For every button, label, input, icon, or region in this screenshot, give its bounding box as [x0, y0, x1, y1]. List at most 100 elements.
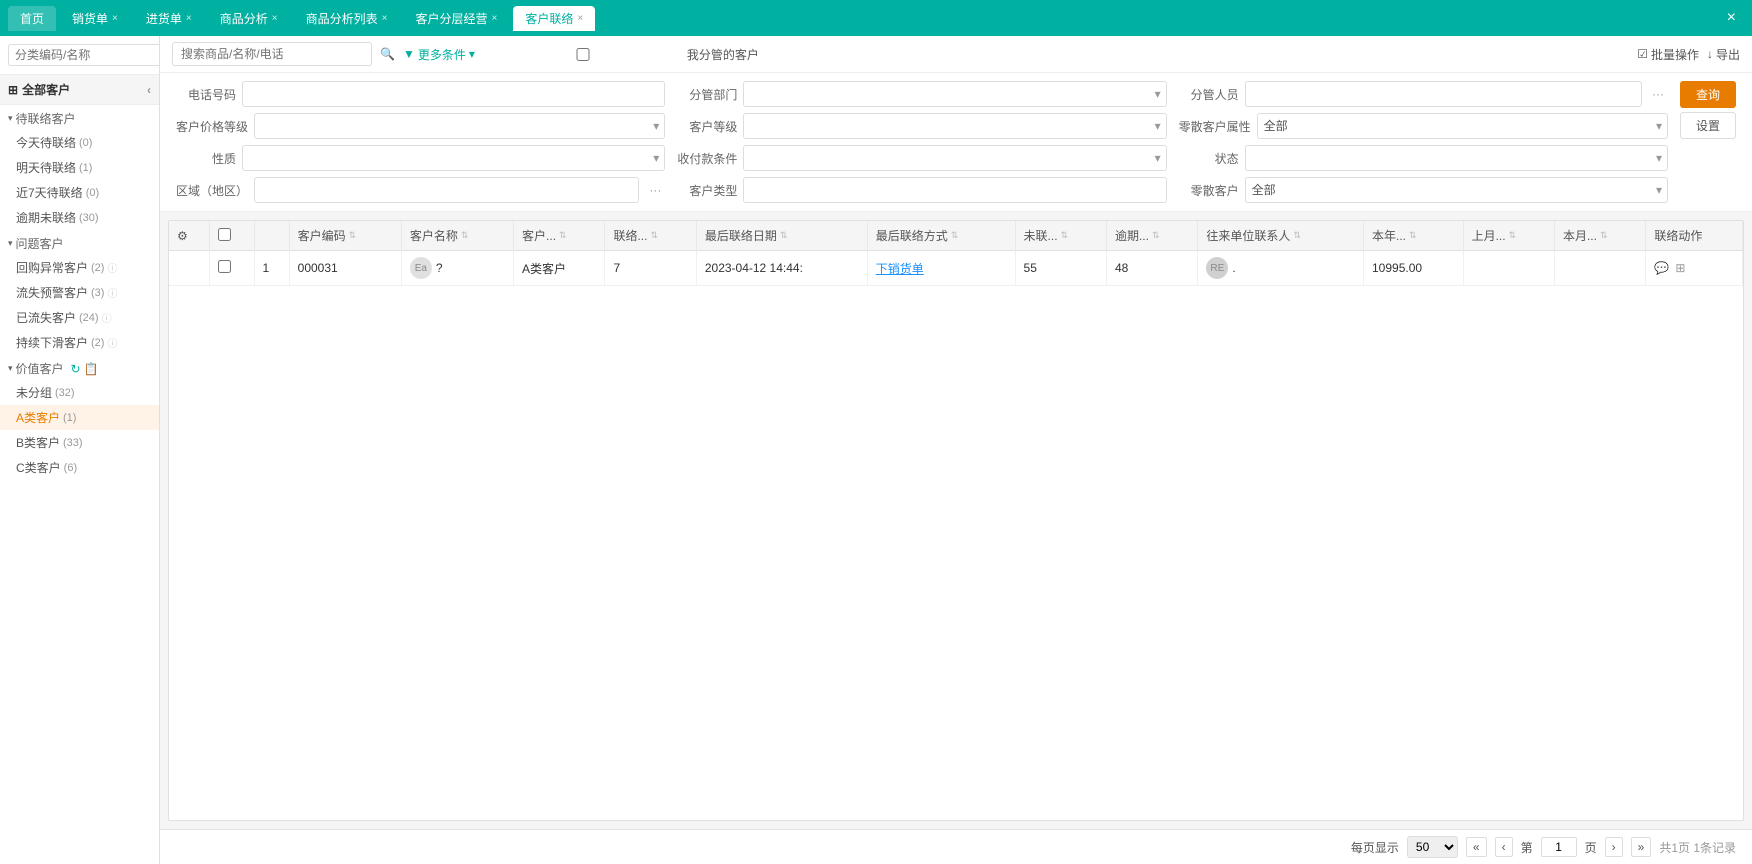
td-no-contact: 55	[1015, 251, 1106, 286]
payment-select[interactable]	[743, 145, 1166, 171]
customer-level-select-wrapper	[743, 113, 1166, 139]
nav-close-all[interactable]: ×	[1719, 5, 1744, 31]
tab-home[interactable]: 首页	[8, 6, 56, 31]
phone-input[interactable]	[242, 81, 665, 107]
th-last-contact-date[interactable]: 最后联络日期⇅	[696, 221, 867, 251]
sidebar-group-value[interactable]: ▾ 价值客户 ↻ 📋	[0, 355, 159, 380]
sidebar-collapse-btn[interactable]: ‹	[147, 83, 151, 97]
row-checkbox[interactable]	[218, 260, 231, 273]
table-header-row: ⚙ 客户编码⇅ 客户名称⇅ 客户...⇅ 联络...⇅	[169, 221, 1743, 251]
th-settings[interactable]: ⚙	[169, 221, 209, 251]
td-history-contact: RE .	[1198, 251, 1364, 286]
th-action: 联络动作	[1646, 221, 1743, 251]
per-page-select[interactable]: 50 100 200	[1407, 836, 1458, 858]
my-customers-checkbox-label[interactable]: 我分管的客户	[483, 46, 759, 63]
more-filters-btn[interactable]: ▼ 更多条件 ▾	[403, 46, 475, 63]
contact-sort-icon: ⇅	[650, 230, 658, 241]
filter-nature: 性质	[176, 145, 665, 171]
sidebar-item-class-b[interactable]: B类客户 (33)	[0, 430, 159, 455]
close-goods-list-tab[interactable]: ×	[382, 13, 388, 24]
close-goods-analysis-tab[interactable]: ×	[272, 13, 278, 24]
export-icon: ↓	[1707, 47, 1713, 61]
th-checkbox	[209, 221, 254, 251]
query-button[interactable]: 查询	[1680, 81, 1736, 108]
my-customers-checkbox[interactable]	[483, 48, 683, 61]
tab-customer-layer[interactable]: 客户分层经营 ×	[403, 6, 509, 31]
th-this-month[interactable]: 本月...⇅	[1554, 221, 1645, 251]
person-input[interactable]	[1245, 81, 1642, 107]
select-all-checkbox[interactable]	[218, 228, 231, 241]
sidebar-item-7days[interactable]: 近7天待联络 (0)	[0, 180, 159, 205]
region-input[interactable]	[254, 177, 639, 203]
sidebar-search-input[interactable]	[8, 44, 160, 66]
status-select[interactable]	[1245, 145, 1668, 171]
sidebar-group-pending[interactable]: ▾ 待联络客户	[0, 105, 159, 130]
close-customer-contact-tab[interactable]: ×	[577, 13, 583, 24]
th-history-contact[interactable]: 往来单位联系人⇅	[1198, 221, 1364, 251]
batch-icon: ☑	[1637, 47, 1648, 61]
payment-select-wrapper	[743, 145, 1166, 171]
nature-select-wrapper	[242, 145, 665, 171]
th-no-contact[interactable]: 未联...⇅	[1015, 221, 1106, 251]
customer-type-input[interactable]	[743, 177, 1166, 203]
td-last-contact-date: 2023-04-12 14:44:	[696, 251, 867, 286]
qr-icon[interactable]: ⊞	[1675, 261, 1685, 275]
region-dots-btn[interactable]: ···	[645, 181, 665, 199]
adv-filter: 电话号码 分管部门 分管人员	[160, 73, 1752, 212]
filter-buttons: 查询 设置	[1680, 81, 1736, 203]
close-customer-layer-tab[interactable]: ×	[491, 13, 497, 24]
churn-warning-info-icon: ⓘ	[107, 285, 117, 300]
setting-button[interactable]: 设置	[1680, 112, 1736, 139]
sidebar-item-churned[interactable]: 已流失客户 (24) ⓘ	[0, 305, 159, 330]
sidebar-item-class-c[interactable]: C类客户 (6)	[0, 455, 159, 480]
th-last-month[interactable]: 上月...⇅	[1463, 221, 1554, 251]
tab-sales[interactable]: 销货单 ×	[60, 6, 130, 31]
export-btn[interactable]: ↓ 导出	[1707, 46, 1740, 63]
batch-op-btn[interactable]: ☑ 批量操作	[1637, 46, 1699, 63]
retail-select[interactable]: 全部	[1245, 177, 1668, 203]
td-checkbox	[209, 251, 254, 286]
tab-customer-contact[interactable]: 客户联络 ×	[513, 6, 595, 31]
filter-icon: ▼	[403, 47, 415, 61]
nature-select[interactable]	[242, 145, 665, 171]
th-overdue[interactable]: 逾期...⇅	[1106, 221, 1197, 251]
th-level[interactable]: 客户...⇅	[514, 221, 605, 251]
retail-attr-select[interactable]: 全部	[1257, 113, 1668, 139]
last-page-btn[interactable]: »	[1631, 837, 1652, 857]
prev-page-btn[interactable]: ‹	[1495, 837, 1513, 857]
sidebar-item-overdue[interactable]: 逾期未联络 (30)	[0, 205, 159, 230]
search-input[interactable]	[172, 42, 372, 66]
th-last-contact-way[interactable]: 最后联络方式⇅	[867, 221, 1015, 251]
sidebar-item-today[interactable]: 今天待联络 (0)	[0, 130, 159, 155]
tab-goods-analysis[interactable]: 商品分析 ×	[208, 6, 290, 31]
first-page-btn[interactable]: «	[1466, 837, 1487, 857]
th-this-year[interactable]: 本年...⇅	[1364, 221, 1464, 251]
th-code[interactable]: 客户编码⇅	[289, 221, 401, 251]
chat-icon[interactable]: 💬	[1654, 261, 1669, 275]
filter-search-icon[interactable]: 🔍	[380, 47, 395, 61]
last-contact-link[interactable]: 下销货单	[876, 262, 924, 276]
sidebar-item-class-a[interactable]: A类客户 (1)	[0, 405, 159, 430]
close-sales-tab[interactable]: ×	[112, 13, 118, 24]
sidebar-item-declining[interactable]: 持续下滑客户 (2) ⓘ	[0, 330, 159, 355]
sidebar-item-unclassified[interactable]: 未分组 (32)	[0, 380, 159, 405]
price-level-select[interactable]	[254, 113, 665, 139]
customer-level-select[interactable]	[743, 113, 1166, 139]
tab-goods-list[interactable]: 商品分析列表 ×	[294, 6, 400, 31]
sidebar-group-problem[interactable]: ▾ 问题客户	[0, 230, 159, 255]
close-purchase-tab[interactable]: ×	[186, 13, 192, 24]
tab-purchase[interactable]: 进货单 ×	[134, 6, 204, 31]
next-page-btn[interactable]: ›	[1605, 837, 1623, 857]
th-name[interactable]: 客户名称⇅	[401, 221, 513, 251]
sidebar-all-customers[interactable]: ⊞ 全部客户 ‹	[0, 75, 159, 105]
dept-select[interactable]	[743, 81, 1166, 107]
sidebar-item-tomorrow[interactable]: 明天待联络 (1)	[0, 155, 159, 180]
sidebar-item-repurchase[interactable]: 回购异常客户 (2) ⓘ	[0, 255, 159, 280]
value-edit-icon[interactable]: 📋	[84, 362, 99, 376]
person-dots-btn[interactable]: ···	[1648, 85, 1668, 103]
value-refresh-icon[interactable]: ↻	[71, 362, 81, 376]
page-input[interactable]	[1541, 837, 1577, 857]
adv-filter-row-1: 电话号码 分管部门 分管人员	[176, 81, 1668, 107]
th-contact[interactable]: 联络...⇅	[605, 221, 696, 251]
sidebar-item-churn-warning[interactable]: 流失预警客户 (3) ⓘ	[0, 280, 159, 305]
